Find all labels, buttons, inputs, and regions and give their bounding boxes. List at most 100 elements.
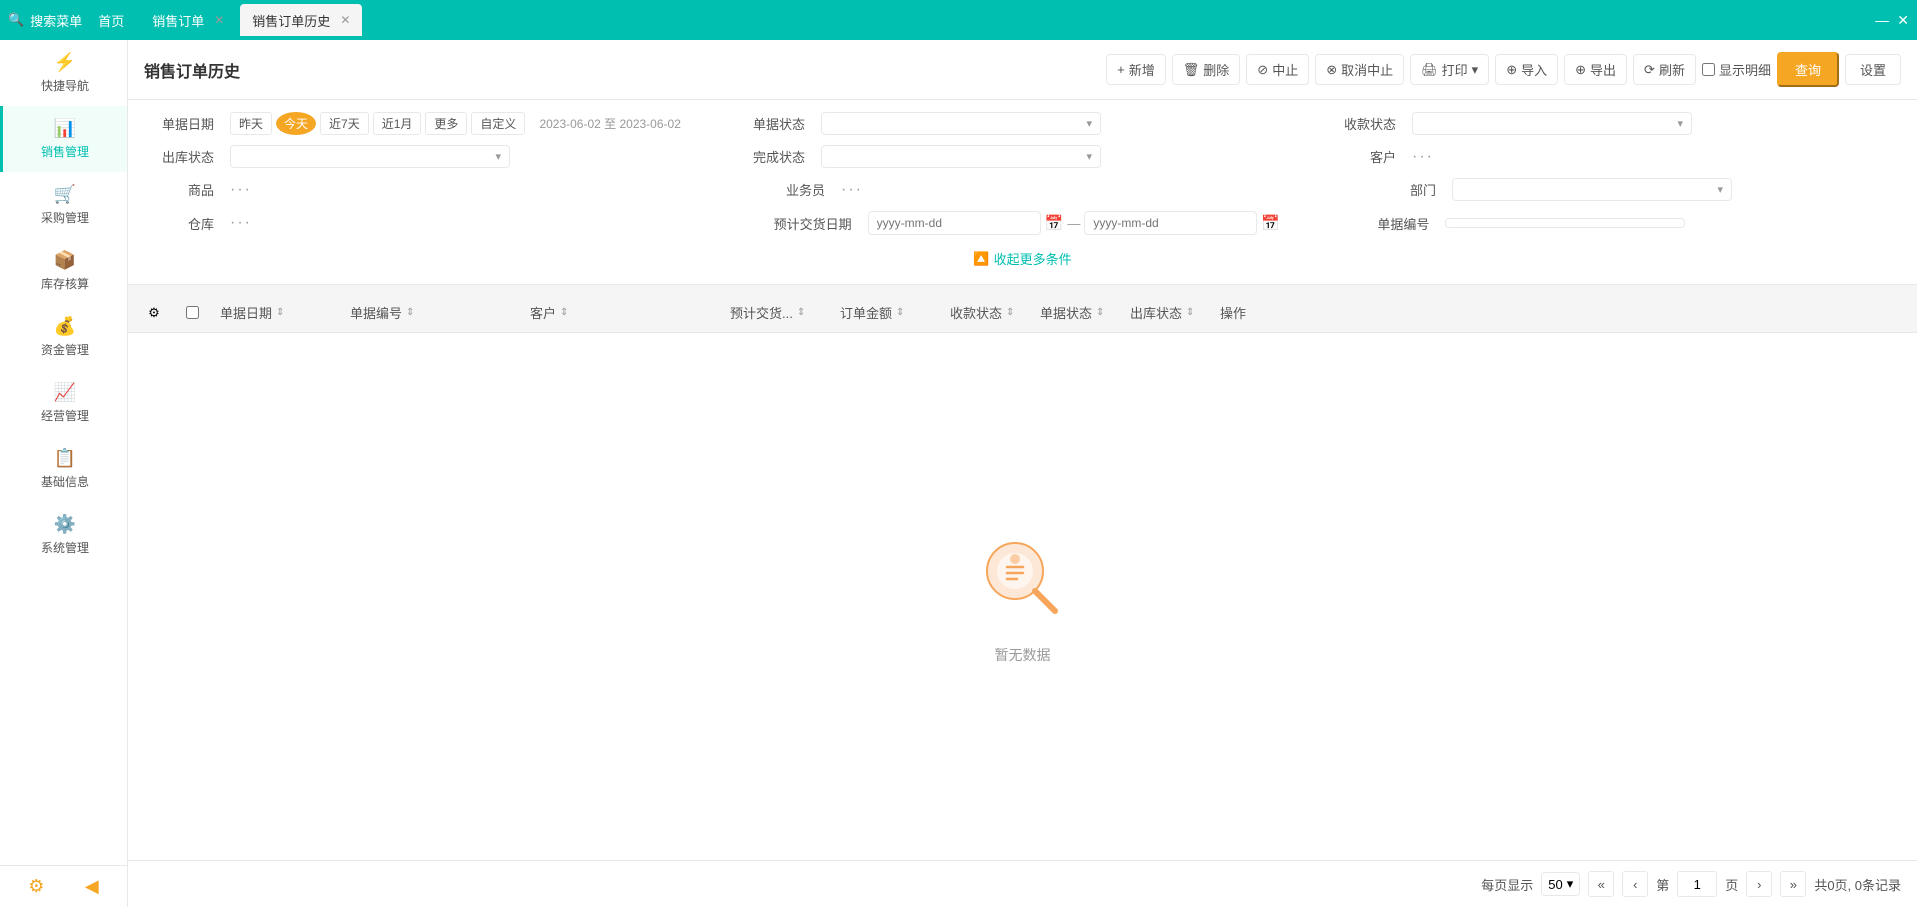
- th-customer[interactable]: 客户 ⇕: [522, 303, 722, 322]
- payment-status-control[interactable]: ▾: [1412, 112, 1901, 135]
- pagination: 每页显示 50 ▾ « ‹ 第 页 › » 共0页, 0条记录: [128, 860, 1917, 907]
- minimize-icon[interactable]: —: [1875, 12, 1889, 28]
- print-arrow-icon: ▾: [1472, 62, 1479, 78]
- customer-input[interactable]: ···: [1412, 148, 1434, 166]
- order-num-control[interactable]: [1445, 218, 1901, 228]
- order-num-input[interactable]: [1445, 218, 1685, 228]
- new-button[interactable]: + 新增: [1106, 54, 1166, 85]
- sidebar-item-purchase[interactable]: 🛒 采购管理: [0, 172, 127, 238]
- tab-sales-history[interactable]: 销售订单历史 ✕: [240, 4, 362, 36]
- print-button[interactable]: 🖨 打印 ▾: [1410, 54, 1489, 85]
- import-icon: ⊕: [1506, 62, 1517, 78]
- more-btn[interactable]: 更多: [425, 112, 467, 135]
- sidebar-item-purchase-label: 采购管理: [41, 209, 89, 226]
- last7-btn[interactable]: 近7天: [320, 112, 369, 135]
- display-cols-checkbox[interactable]: [1702, 63, 1715, 76]
- empty-text: 暂无数据: [995, 645, 1051, 665]
- first-page-button[interactable]: «: [1588, 871, 1614, 897]
- export-button[interactable]: ⊕ 导出: [1564, 54, 1627, 85]
- goods-input[interactable]: ···: [230, 181, 252, 199]
- filter-row-3: 商品 ··· 业务员 ··· 部门 ▾: [144, 178, 1901, 201]
- th-num-sort-icon: ⇕: [406, 307, 414, 318]
- delete-icon: 🗑: [1183, 62, 1200, 78]
- refresh-button[interactable]: ⟳ 刷新: [1633, 54, 1696, 85]
- total-info: 共0页, 0条记录: [1814, 875, 1901, 894]
- query-button[interactable]: 查询: [1777, 52, 1839, 87]
- tab-home[interactable]: 首页: [86, 4, 136, 36]
- delivery-date-from-calendar-icon[interactable]: 📅: [1045, 214, 1064, 232]
- th-date-sort-icon: ⇕: [276, 307, 284, 318]
- th-num[interactable]: 单据编号 ⇕: [342, 303, 522, 322]
- department-control[interactable]: ▾: [1452, 178, 1901, 201]
- th-date[interactable]: 单据日期 ⇕: [212, 303, 342, 322]
- sidebar-item-system[interactable]: ⚙️ 系统管理: [0, 502, 127, 568]
- order-status-control[interactable]: ▾: [821, 112, 1310, 135]
- sidebar-collapse-icon[interactable]: ◀: [85, 876, 99, 897]
- order-status-select[interactable]: ▾: [821, 112, 1101, 135]
- sidebar-gear-icon[interactable]: ⚙: [28, 876, 44, 897]
- tab-sales-order[interactable]: 销售订单 ✕: [140, 4, 236, 36]
- display-cols-toggle[interactable]: 显示明细: [1702, 60, 1771, 79]
- salesperson-control: ···: [841, 181, 1290, 199]
- page-input[interactable]: [1677, 871, 1717, 897]
- sidebar-item-finance[interactable]: 💰 资金管理: [0, 304, 127, 370]
- out-status-select[interactable]: ▾: [230, 145, 510, 168]
- sidebar-item-sales[interactable]: 📊 销售管理: [0, 106, 127, 172]
- table-checkbox-all[interactable]: [172, 306, 212, 319]
- warehouse-input[interactable]: ···: [230, 214, 252, 232]
- page-size-value: 50: [1548, 877, 1562, 892]
- order-status-label: 单据状态: [735, 114, 805, 133]
- search-menu[interactable]: 🔍 搜索菜单: [8, 11, 82, 30]
- th-delivery[interactable]: 预计交货... ⇕: [722, 303, 832, 322]
- collapse-label: 收起更多条件: [994, 249, 1072, 268]
- table-settings-icon[interactable]: ⚙: [136, 305, 172, 321]
- complete-status-label: 完成状态: [735, 147, 805, 166]
- department-select[interactable]: ▾: [1452, 178, 1732, 201]
- out-status-label: 出库状态: [144, 147, 214, 166]
- delivery-date-to[interactable]: [1084, 211, 1257, 235]
- date-range-display: 2023-06-02 至 2023-06-02: [539, 115, 680, 132]
- next-page-button[interactable]: ›: [1746, 871, 1772, 897]
- stop-button[interactable]: ⊘ 中止: [1246, 54, 1309, 85]
- page-size-select[interactable]: 50 ▾: [1541, 872, 1580, 896]
- sidebar-item-basic-info[interactable]: 📋 基础信息: [0, 436, 127, 502]
- th-delivery-label: 预计交货...: [730, 303, 793, 322]
- th-order-status[interactable]: 单据状态 ⇕: [1032, 303, 1122, 322]
- complete-status-control[interactable]: ▾: [821, 145, 1310, 168]
- today-btn[interactable]: 今天: [276, 112, 316, 135]
- tab-sales-history-label: 销售订单历史: [252, 11, 330, 30]
- setting-button[interactable]: 设置: [1845, 54, 1901, 85]
- sidebar-item-operation[interactable]: 📈 经营管理: [0, 370, 127, 436]
- last-page-button[interactable]: »: [1780, 871, 1806, 897]
- close-window-icon[interactable]: ✕: [1897, 12, 1909, 29]
- th-out-status[interactable]: 出库状态 ⇕: [1122, 303, 1212, 322]
- sidebar-item-inventory-label: 库存核算: [41, 275, 89, 292]
- th-operation: 操作: [1212, 303, 1909, 322]
- custom-btn[interactable]: 自定义: [471, 112, 525, 135]
- salesperson-input[interactable]: ···: [841, 181, 863, 199]
- last1m-btn[interactable]: 近1月: [373, 112, 422, 135]
- sidebar-item-quick-nav[interactable]: ⚡ 快捷导航: [0, 40, 127, 106]
- delivery-date-to-calendar-icon[interactable]: 📅: [1261, 214, 1280, 232]
- yesterday-btn[interactable]: 昨天: [230, 112, 272, 135]
- complete-status-select[interactable]: ▾: [821, 145, 1101, 168]
- out-status-control[interactable]: ▾: [230, 145, 719, 168]
- th-payment-status[interactable]: 收款状态 ⇕: [942, 303, 1032, 322]
- tab-sales-history-close[interactable]: ✕: [340, 13, 350, 27]
- tab-sales-order-close[interactable]: ✕: [214, 13, 224, 27]
- prev-page-button[interactable]: ‹: [1622, 871, 1648, 897]
- select-all-checkbox[interactable]: [186, 306, 199, 319]
- sidebar-item-inventory[interactable]: 📦 库存核算: [0, 238, 127, 304]
- collapse-button[interactable]: 🔼 收起更多条件: [144, 245, 1901, 272]
- delete-button[interactable]: 🗑 删除: [1172, 54, 1241, 85]
- th-date-label: 单据日期: [220, 303, 272, 322]
- delivery-date-from[interactable]: [868, 211, 1041, 235]
- import-button[interactable]: ⊕ 导入: [1495, 54, 1558, 85]
- payment-status-select[interactable]: ▾: [1412, 112, 1692, 135]
- th-amount[interactable]: 订单金额 ⇕: [832, 303, 942, 322]
- cancel-stop-button[interactable]: ⊗ 取消中止: [1315, 54, 1404, 85]
- sidebar-item-basic-info-label: 基础信息: [41, 473, 89, 490]
- refresh-label: 刷新: [1659, 60, 1685, 79]
- content-area: 销售订单历史 + 新增 🗑 删除 ⊘ 中止 ⊗ 取消中止: [128, 40, 1917, 907]
- page-word-before: 第: [1656, 875, 1669, 894]
